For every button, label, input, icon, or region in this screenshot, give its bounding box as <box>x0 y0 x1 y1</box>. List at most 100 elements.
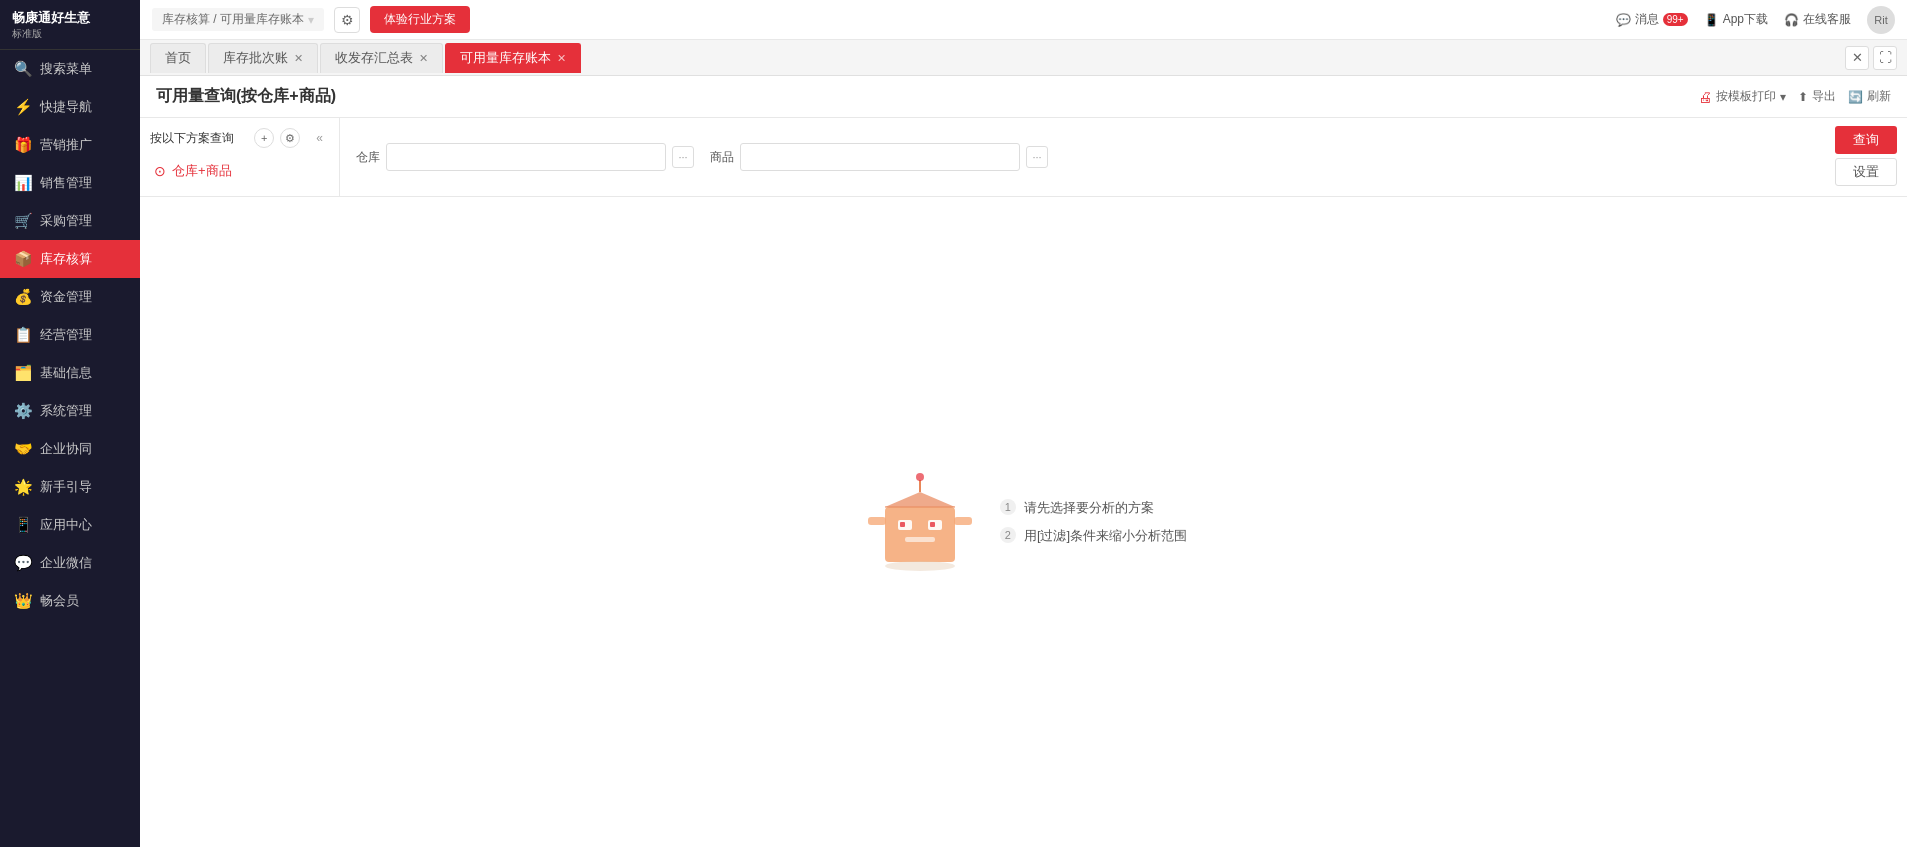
tabs-expand-btn[interactable]: ⛶ <box>1873 46 1897 70</box>
phone-icon: 📱 <box>1704 13 1719 27</box>
online-service-btn[interactable]: 🎧 在线客服 <box>1784 11 1851 28</box>
message-icon: 💬 <box>1616 13 1631 27</box>
search-icon: 🔍 <box>14 60 32 78</box>
svg-rect-9 <box>954 517 972 525</box>
topbar-right: 💬 消息 99+ 📱 App下载 🎧 在线客服 Rit <box>1616 6 1895 34</box>
refresh-btn[interactable]: 🔄 刷新 <box>1848 88 1891 105</box>
crown-icon: 👑 <box>14 592 32 610</box>
scheme-collapse-btn[interactable]: « <box>310 129 329 147</box>
tabs-bar: 首页 库存批次账 ✕ 收发存汇总表 ✕ 可用量库存账本 ✕ ✕ ⛶ <box>140 40 1907 76</box>
print-icon: 🖨 <box>1698 89 1712 105</box>
tab-available-stock-close[interactable]: ✕ <box>557 52 566 65</box>
cart-icon: 🛒 <box>14 212 32 230</box>
sidebar-item-finance[interactable]: 💰 资金管理 <box>0 278 140 316</box>
tab-receive-summary[interactable]: 收发存汇总表 ✕ <box>320 43 443 73</box>
gear-icon: ⚙️ <box>14 402 32 420</box>
sidebar-item-search[interactable]: 🔍 搜索菜单 <box>0 50 140 88</box>
svg-point-11 <box>916 473 924 481</box>
sidebar-item-marketing[interactable]: 🎁 营销推广 <box>0 126 140 164</box>
query-btn[interactable]: 查询 <box>1835 126 1897 154</box>
breadcrumb: 库存核算 / 可用量库存账本 ▾ <box>152 8 324 31</box>
print-template-btn[interactable]: 🖨 按模板打印 ▾ <box>1698 88 1786 105</box>
export-label: 导出 <box>1812 88 1836 105</box>
chart-icon: 📊 <box>14 174 32 192</box>
tab-batch-account-close[interactable]: ✕ <box>294 52 303 65</box>
tab-available-stock-label: 可用量库存账本 <box>460 49 551 67</box>
export-btn[interactable]: ⬆ 导出 <box>1798 88 1836 105</box>
scheme-add-btn[interactable]: + <box>254 128 274 148</box>
gift-icon: 🎁 <box>14 136 32 154</box>
sidebar-item-label: 搜索菜单 <box>40 60 92 78</box>
sidebar-item-enterprise-wechat[interactable]: 💬 企业微信 <box>0 544 140 582</box>
sidebar-item-label: 企业协同 <box>40 440 92 458</box>
empty-text: 1 请先选择要分析的方案 2 用[过滤]条件来缩小分析范围 <box>1000 499 1187 545</box>
print-dropdown-icon[interactable]: ▾ <box>1780 90 1786 104</box>
filter-product-label: 商品 <box>710 149 734 166</box>
dropdown-chevron-icon[interactable]: ▾ <box>308 13 314 27</box>
sidebar-item-label: 营销推广 <box>40 136 92 154</box>
scheme-item-warehouse-product[interactable]: ⊙ 仓库+商品 <box>140 156 339 186</box>
tabs-close-btn[interactable]: ✕ <box>1845 46 1869 70</box>
scheme-settings-btn[interactable]: ⚙ <box>280 128 300 148</box>
filter-product-more-btn[interactable]: ··· <box>1026 146 1048 168</box>
tab-available-stock[interactable]: 可用量库存账本 ✕ <box>445 43 581 73</box>
sidebar-item-label: 系统管理 <box>40 402 92 420</box>
filter-warehouse-label: 仓库 <box>356 149 380 166</box>
empty-hint-1: 1 请先选择要分析的方案 <box>1000 499 1187 517</box>
sidebar-item-label: 库存核算 <box>40 250 92 268</box>
messages-btn[interactable]: 💬 消息 99+ <box>1616 11 1688 28</box>
svg-rect-8 <box>868 517 886 525</box>
sidebar-item-label: 销售管理 <box>40 174 92 192</box>
sidebar-item-label: 经营管理 <box>40 326 92 344</box>
folder-icon: 🗂️ <box>14 364 32 382</box>
main-area: 库存核算 / 可用量库存账本 ▾ ⚙ 体验行业方案 💬 消息 99+ 📱 App… <box>140 0 1907 847</box>
online-service-label: 在线客服 <box>1803 11 1851 28</box>
print-label: 按模板打印 <box>1716 88 1776 105</box>
sidebar-item-basic-info[interactable]: 🗂️ 基础信息 <box>0 354 140 392</box>
app-download-btn[interactable]: 📱 App下载 <box>1704 11 1768 28</box>
topbar-settings-btn[interactable]: ⚙ <box>334 7 360 33</box>
tab-home-label: 首页 <box>165 49 191 67</box>
tab-home[interactable]: 首页 <box>150 43 206 73</box>
clipboard-icon: 📋 <box>14 326 32 344</box>
sidebar-item-label: 资金管理 <box>40 288 92 306</box>
settings-btn[interactable]: 设置 <box>1835 158 1897 186</box>
sidebar-item-vip[interactable]: 👑 畅会员 <box>0 582 140 620</box>
empty-state: 1 请先选择要分析的方案 2 用[过滤]条件来缩小分析范围 <box>140 197 1907 847</box>
sidebar-item-app-center[interactable]: 📱 应用中心 <box>0 506 140 544</box>
empty-num-1: 1 <box>1000 499 1016 515</box>
sidebar-item-label: 采购管理 <box>40 212 92 230</box>
user-avatar[interactable]: Rit <box>1867 6 1895 34</box>
tab-receive-summary-close[interactable]: ✕ <box>419 52 428 65</box>
filter-warehouse-more-btn[interactable]: ··· <box>672 146 694 168</box>
sidebar-item-newbie[interactable]: 🌟 新手引导 <box>0 468 140 506</box>
sidebar-item-system[interactable]: ⚙️ 系统管理 <box>0 392 140 430</box>
refresh-label: 刷新 <box>1867 88 1891 105</box>
page-header-actions: 🖨 按模板打印 ▾ ⬆ 导出 🔄 刷新 <box>1698 88 1891 105</box>
filter-product-input[interactable] <box>740 143 1020 171</box>
sidebar-item-operations[interactable]: 📋 经营管理 <box>0 316 140 354</box>
svg-rect-6 <box>930 522 935 527</box>
empty-num-2: 2 <box>1000 527 1016 543</box>
sidebar-item-label: 企业微信 <box>40 554 92 572</box>
sidebar-item-shortcut[interactable]: ⚡ 快捷导航 <box>0 88 140 126</box>
svg-rect-0 <box>885 507 955 562</box>
refresh-icon: 🔄 <box>1848 90 1863 104</box>
filter-actions: 查询 设置 <box>1825 118 1907 196</box>
tab-batch-account[interactable]: 库存批次账 ✕ <box>208 43 318 73</box>
sidebar-item-purchase[interactable]: 🛒 采购管理 <box>0 202 140 240</box>
sidebar-item-enterprise[interactable]: 🤝 企业协同 <box>0 430 140 468</box>
sidebar-item-sales[interactable]: 📊 销售管理 <box>0 164 140 202</box>
sidebar-item-label: 基础信息 <box>40 364 92 382</box>
sidebar-logo-title: 畅康通好生意 <box>12 10 128 27</box>
headset-icon: 🎧 <box>1784 13 1799 27</box>
money-icon: 💰 <box>14 288 32 306</box>
filter-warehouse-input[interactable] <box>386 143 666 171</box>
sidebar-item-inventory[interactable]: 📦 库存核算 <box>0 240 140 278</box>
trial-industry-btn[interactable]: 体验行业方案 <box>370 6 470 33</box>
more-icon-product: ··· <box>1032 151 1041 163</box>
chat-icon: 💬 <box>14 554 32 572</box>
empty-hint-2: 2 用[过滤]条件来缩小分析范围 <box>1000 527 1187 545</box>
tab-receive-summary-label: 收发存汇总表 <box>335 49 413 67</box>
close-icon: ✕ <box>1852 50 1863 65</box>
